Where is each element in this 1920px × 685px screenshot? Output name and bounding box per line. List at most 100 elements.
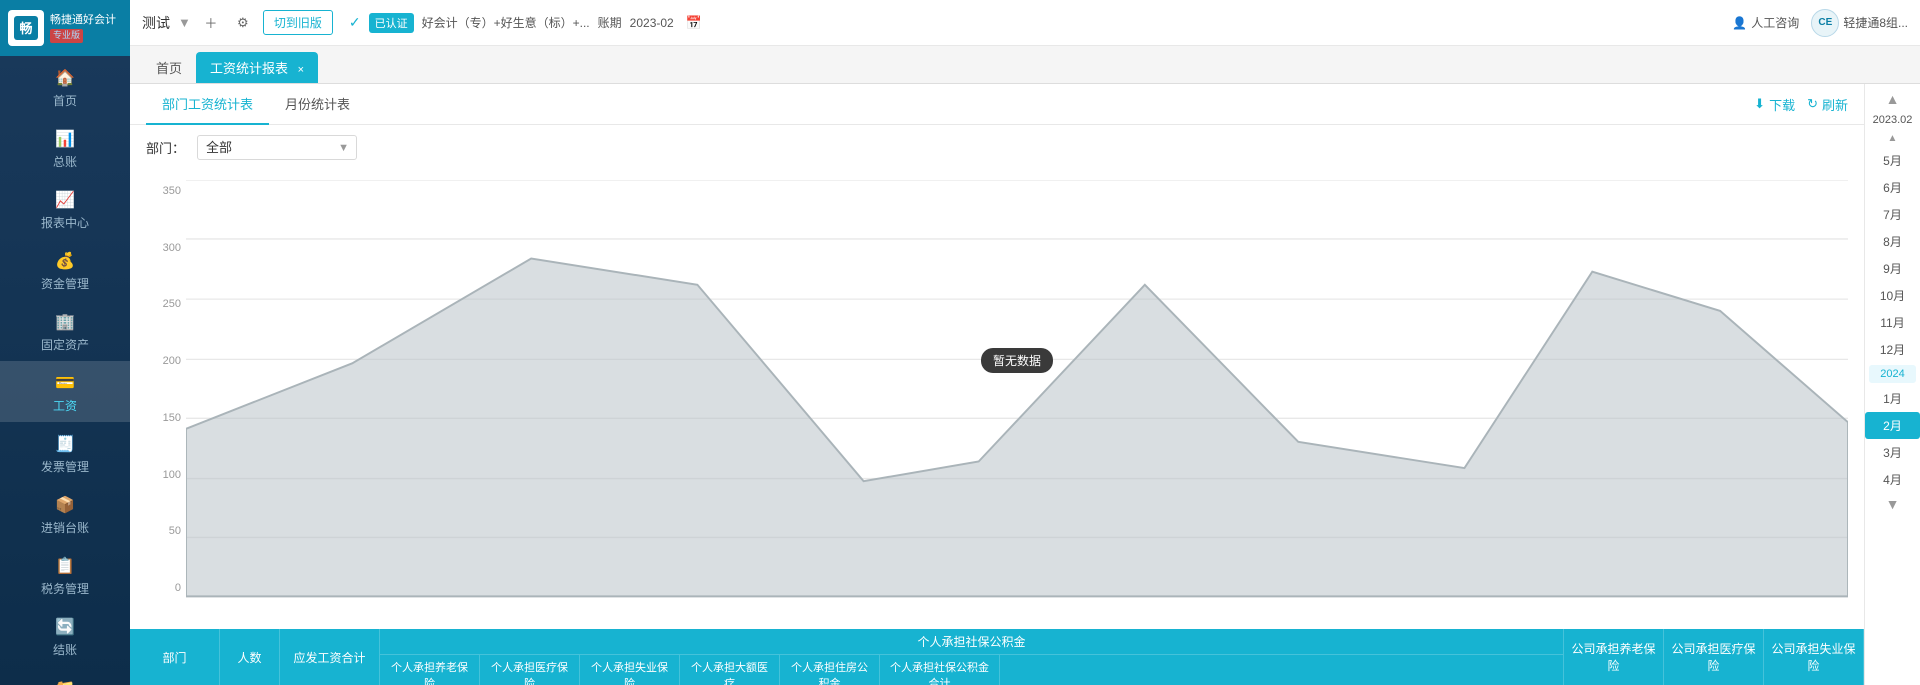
nav-label-8: 税务管理 bbox=[41, 580, 89, 597]
app-edition: 专业版 bbox=[50, 29, 83, 43]
month-6[interactable]: 6月 bbox=[1865, 174, 1920, 201]
period-value: 2023-02 bbox=[630, 16, 674, 30]
month-2024-2[interactable]: 2月 bbox=[1865, 412, 1920, 439]
tab-home[interactable]: 首页 bbox=[142, 52, 196, 83]
sidebar-item-归档管理[interactable]: 📁 归档管理 bbox=[0, 666, 130, 685]
user-avatar: CE bbox=[1811, 9, 1839, 37]
sub-tabs: 部门工资统计表 月份统计表 ⬇ 下载 ↻ 刷新 bbox=[130, 84, 1864, 125]
group-personal-social: 个人承担社保公积金 个人承担养老保险 个人承担医疗保险 个人承担失业保险 个人承… bbox=[380, 629, 1564, 685]
workspace-dropdown[interactable]: ▼ bbox=[178, 15, 191, 30]
y-label-0: 0 bbox=[146, 582, 181, 594]
refresh-button[interactable]: ↻ 刷新 bbox=[1807, 95, 1848, 114]
col-personal-medical: 个人承担医疗保险 bbox=[480, 655, 580, 685]
month-12[interactable]: 12月 bbox=[1865, 336, 1920, 363]
nav-icon-4: 🏢 bbox=[55, 312, 75, 332]
sidebar-item-总账[interactable]: 📊 总账 bbox=[0, 117, 130, 178]
sidebar-item-工资[interactable]: 💳 工资 bbox=[0, 361, 130, 422]
area-chart bbox=[186, 180, 1848, 599]
month-7[interactable]: 7月 bbox=[1865, 201, 1920, 228]
nav-icon-9: 🔄 bbox=[55, 617, 75, 637]
sub-tab-dept[interactable]: 部门工资统计表 bbox=[146, 84, 269, 125]
month-2024-3[interactable]: 3月 bbox=[1865, 439, 1920, 466]
refresh-icon: ↻ bbox=[1807, 96, 1818, 112]
col-company-medical: 公司承担医疗保险 bbox=[1664, 629, 1764, 685]
sidebar-item-首页[interactable]: 🏠 首页 bbox=[0, 56, 130, 117]
month-2024-1[interactable]: 1月 bbox=[1865, 385, 1920, 412]
app-name: 畅捷通好会计 bbox=[50, 13, 116, 27]
switch-mode-button[interactable]: 切到旧版 bbox=[263, 10, 333, 35]
tab-home-label: 首页 bbox=[156, 61, 182, 76]
sidebar-item-报表中心[interactable]: 📈 报表中心 bbox=[0, 178, 130, 239]
month-2024-4[interactable]: 4月 bbox=[1865, 466, 1920, 493]
main-area: 测试 ▼ ＋ ⚙ 切到旧版 ✓ 已认证 好会计（专）+好生意（标）+... 账期… bbox=[130, 0, 1920, 685]
nav-label-9: 结账 bbox=[53, 641, 77, 658]
tab-close-button[interactable]: × bbox=[298, 64, 304, 76]
tabbar: 首页 工资统计报表 × bbox=[130, 46, 1920, 84]
sidebar-item-结账[interactable]: 🔄 结账 bbox=[0, 605, 130, 666]
topbar: 测试 ▼ ＋ ⚙ 切到旧版 ✓ 已认证 好会计（专）+好生意（标）+... 账期… bbox=[130, 0, 1920, 46]
nav-icon-7: 📦 bbox=[55, 495, 75, 515]
nav-label-1: 总账 bbox=[53, 153, 77, 170]
year-2024-label: 2024 bbox=[1869, 365, 1916, 383]
nav-label-2: 报表中心 bbox=[41, 214, 89, 231]
user-name: 轻捷通8组... bbox=[1843, 14, 1908, 31]
sub-tab-month[interactable]: 月份统计表 bbox=[269, 84, 366, 125]
panel-down-nav[interactable]: ▼ bbox=[1883, 493, 1903, 515]
nav-icon-1: 📊 bbox=[55, 129, 75, 149]
sub-tab-dept-label: 部门工资统计表 bbox=[162, 97, 253, 112]
y-label-300: 300 bbox=[146, 242, 181, 254]
svg-text:畅: 畅 bbox=[19, 21, 32, 36]
user-menu[interactable]: CE 轻捷通8组... bbox=[1811, 9, 1908, 37]
period-label: 账期 bbox=[598, 14, 622, 31]
support-icon: 👤 bbox=[1732, 16, 1747, 30]
panel-up-icon[interactable]: ▲ bbox=[1885, 130, 1901, 147]
calendar-icon[interactable]: 📅 bbox=[682, 11, 706, 35]
table-header-row: 部门 人数 应发工资合计 个人承担社保公积金 个人承担养老保险 个人承担医疗保险… bbox=[130, 629, 1864, 685]
support-button[interactable]: 👤 人工咨询 bbox=[1732, 14, 1799, 31]
refresh-label: 刷新 bbox=[1822, 95, 1848, 114]
month-10[interactable]: 10月 bbox=[1865, 282, 1920, 309]
nav-icon-0: 🏠 bbox=[55, 68, 75, 88]
month-9[interactable]: 9月 bbox=[1865, 255, 1920, 282]
nav-label-6: 发票管理 bbox=[41, 458, 89, 475]
month-11[interactable]: 11月 bbox=[1865, 309, 1920, 336]
workspace-title: 测试 bbox=[142, 13, 170, 33]
sidebar-item-进销台账[interactable]: 📦 进销台账 bbox=[0, 483, 130, 544]
sidebar-item-发票管理[interactable]: 🧾 发票管理 bbox=[0, 422, 130, 483]
download-button[interactable]: ⬇ 下载 bbox=[1754, 95, 1795, 114]
bottom-table-header: 部门 人数 应发工资合计 个人承担社保公积金 个人承担养老保险 个人承担医疗保险… bbox=[130, 629, 1864, 685]
col-personal-total: 个人承担社保公积金合计 bbox=[880, 655, 1000, 685]
download-label: 下载 bbox=[1769, 95, 1795, 114]
support-label: 人工咨询 bbox=[1751, 14, 1799, 31]
col-personal-pension: 个人承担养老保险 bbox=[380, 655, 480, 685]
col-company-pension: 公司承担养老保险 bbox=[1564, 629, 1664, 685]
y-label-50: 50 bbox=[146, 525, 181, 537]
logo-icon: 畅 bbox=[8, 10, 44, 46]
check-icon: ✓ bbox=[349, 14, 361, 31]
dept-label: 部门： bbox=[146, 138, 185, 157]
content-area: 部门工资统计表 月份统计表 ⬇ 下载 ↻ 刷新 bbox=[130, 84, 1920, 685]
nav-label-0: 首页 bbox=[53, 92, 77, 109]
col-personal-housing: 个人承担住房公积金 bbox=[780, 655, 880, 685]
download-icon: ⬇ bbox=[1754, 96, 1765, 112]
main-content: 部门工资统计表 月份统计表 ⬇ 下载 ↻ 刷新 bbox=[130, 84, 1864, 685]
nav-icon-10: 📁 bbox=[55, 678, 75, 685]
sidebar-item-税务管理[interactable]: 📋 税务管理 bbox=[0, 544, 130, 605]
dept-select[interactable]: 全部 bbox=[197, 135, 357, 160]
month-5[interactable]: 5月 bbox=[1865, 147, 1920, 174]
settings-icon[interactable]: ⚙ bbox=[231, 11, 255, 35]
month-8[interactable]: 8月 bbox=[1865, 228, 1920, 255]
y-label-150: 150 bbox=[146, 412, 181, 424]
nav-label-4: 固定资产 bbox=[41, 336, 89, 353]
tab-salary-report[interactable]: 工资统计报表 × bbox=[196, 52, 318, 83]
col-personal-major-medical: 个人承担大额医疗 bbox=[680, 655, 780, 685]
date-panel: ▲ 2023.02 ▲ 5月 6月 7月 8月 9月 10月 11月 12月 2… bbox=[1864, 84, 1920, 685]
chart-container: 350 300 250 200 150 100 50 0 bbox=[146, 180, 1848, 629]
nav-label-5: 工资 bbox=[53, 397, 77, 414]
panel-up-nav[interactable]: ▲ bbox=[1883, 88, 1903, 110]
add-icon[interactable]: ＋ bbox=[199, 11, 223, 35]
col-total-salary: 应发工资合计 bbox=[280, 629, 380, 685]
sidebar-item-固定资产[interactable]: 🏢 固定资产 bbox=[0, 300, 130, 361]
sidebar-item-资金管理[interactable]: 💰 资金管理 bbox=[0, 239, 130, 300]
nav-label-3: 资金管理 bbox=[41, 275, 89, 292]
